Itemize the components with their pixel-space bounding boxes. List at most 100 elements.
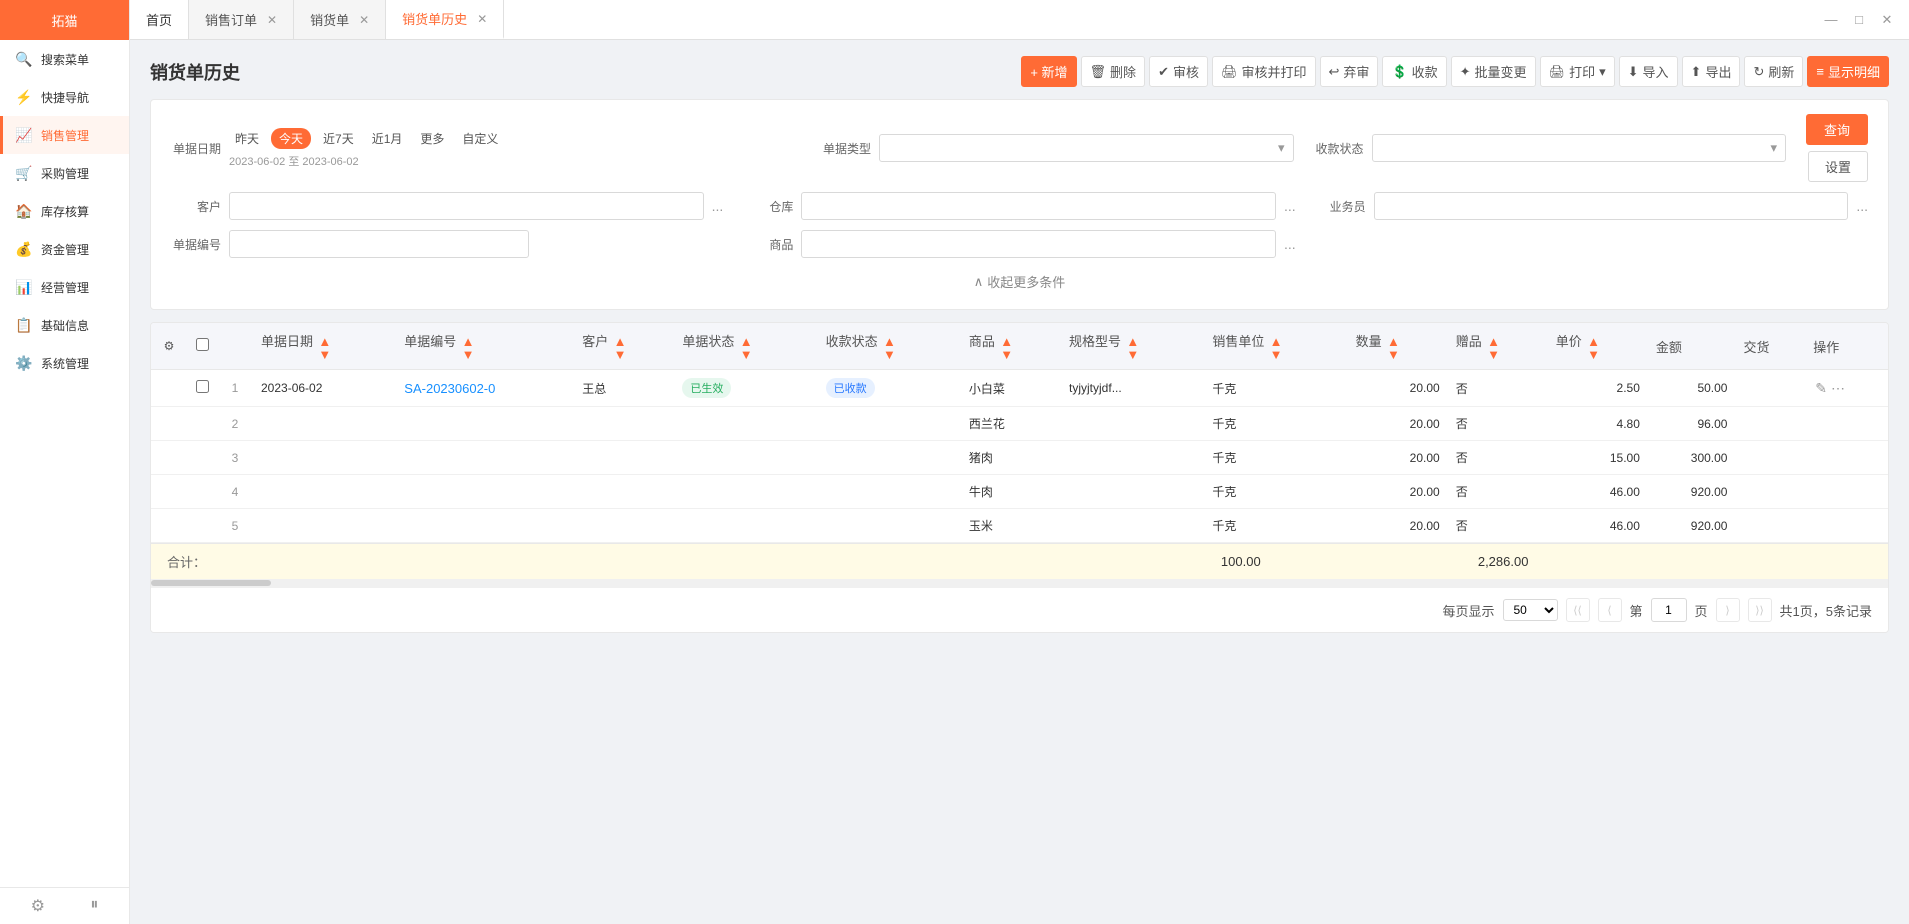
sort-arrows-price: ▲▼ [1587, 335, 1600, 361]
sidebar-item-base-info[interactable]: 📋 基础信息 [0, 306, 129, 344]
add-button[interactable]: + 新增 [1021, 56, 1076, 87]
row-trade [1735, 441, 1805, 475]
shortcut-more[interactable]: 更多 [414, 128, 450, 149]
collect-status-select[interactable]: ▾ [1372, 134, 1787, 162]
collapse-icon: ∧ [974, 274, 984, 290]
filter-doc-no: 单据编号 [171, 230, 723, 258]
row-checkbox[interactable] [196, 380, 209, 393]
goods-input[interactable] [801, 230, 1276, 258]
table-scroll-thumb[interactable] [151, 580, 271, 586]
page-last-btn[interactable]: ⟩⟩ [1748, 598, 1772, 622]
page-input[interactable] [1651, 598, 1687, 622]
warehouse-dots[interactable]: ... [1284, 198, 1296, 214]
show-details-button[interactable]: ≡ 显示明细 [1807, 56, 1889, 87]
row-edit-btn[interactable]: ✎ [1815, 380, 1827, 396]
col-customer[interactable]: 客户 ▲▼ [574, 323, 674, 370]
tab-sales-history[interactable]: 销货单历史 ✕ [386, 0, 504, 39]
col-settings[interactable]: ⚙ [151, 323, 187, 370]
tab-close-sales-order[interactable]: ✕ [267, 13, 277, 27]
window-maximize-btn[interactable]: □ [1845, 6, 1873, 34]
tab-sales-order[interactable]: 销售订单 ✕ [189, 0, 294, 39]
per-page-select[interactable]: 50 100 200 [1503, 599, 1558, 621]
tab-sales-goods[interactable]: 销货单 ✕ [294, 0, 386, 39]
refresh-button[interactable]: ↻ 刷新 [1744, 56, 1803, 87]
shortcut-7days[interactable]: 近7天 [317, 128, 360, 149]
sidebar-item-system-mgmt[interactable]: ⚙️ 系统管理 [0, 344, 129, 382]
tab-home[interactable]: 首页 [130, 0, 189, 39]
row-num: 2 [217, 407, 253, 441]
collapse-btn[interactable]: ∧ 收起更多条件 [974, 268, 1066, 295]
row-unit: 千克 [1204, 407, 1347, 441]
import-button[interactable]: ⬇ 导入 [1619, 56, 1678, 87]
sidebar-item-label: 库存核算 [41, 203, 89, 220]
col-gift[interactable]: 赠品 ▲▼ [1448, 323, 1548, 370]
abandon-icon: ↩ [1329, 64, 1340, 80]
page-first-btn[interactable]: ⟨⟨ [1566, 598, 1590, 622]
query-button[interactable]: 查询 [1806, 114, 1868, 145]
review-button[interactable]: ✔ 审核 [1149, 56, 1208, 87]
customer-input[interactable] [229, 192, 704, 220]
row-doc-no [396, 441, 574, 475]
shortcut-custom[interactable]: 自定义 [456, 128, 504, 149]
row-doc-date [253, 407, 396, 441]
table-scrollbar[interactable] [151, 579, 1888, 587]
review-print-button[interactable]: 🖨 审核并打印 [1212, 56, 1316, 87]
select-all-checkbox[interactable] [196, 338, 209, 351]
sidebar-item-operations[interactable]: 📊 经营管理 [0, 268, 129, 306]
abandon-button[interactable]: ↩ 弃审 [1320, 56, 1379, 87]
col-collect-status[interactable]: 收款状态 ▲▼ [818, 323, 961, 370]
shortcut-yesterday[interactable]: 昨天 [229, 128, 265, 149]
print-button[interactable]: 🖨 打印 ▾ [1540, 56, 1615, 87]
page-next-btn[interactable]: ⟩ [1716, 598, 1740, 622]
business-input[interactable] [1374, 192, 1849, 220]
col-spec[interactable]: 规格型号 ▲▼ [1061, 323, 1204, 370]
collect-icon: 💲 [1391, 64, 1407, 80]
sidebar-item-search-menu[interactable]: 🔍 搜索菜单 [0, 40, 129, 78]
shortcut-1month[interactable]: 近1月 [366, 128, 409, 149]
row-action: ✎⋯ [1805, 370, 1888, 407]
business-dots[interactable]: ... [1856, 198, 1868, 214]
col-price[interactable]: 单价 ▲▼ [1548, 323, 1648, 370]
col-goods[interactable]: 商品 ▲▼ [961, 323, 1061, 370]
sort-arrows-doc-status: ▲▼ [740, 335, 753, 361]
window-close-btn[interactable]: ✕ [1873, 6, 1901, 34]
row-more-btn[interactable]: ⋯ [1831, 380, 1845, 396]
col-doc-status[interactable]: 单据状态 ▲▼ [674, 323, 817, 370]
row-unit: 千克 [1204, 370, 1347, 407]
col-qty[interactable]: 数量 ▲▼ [1348, 323, 1448, 370]
row-amount: 50.00 [1648, 370, 1736, 407]
col-doc-no[interactable]: 单据编号 ▲▼ [396, 323, 574, 370]
sidebar-collapse-btn[interactable]: ⏸ [90, 896, 98, 916]
sidebar-item-sales-mgmt[interactable]: 📈 销售管理 [0, 116, 129, 154]
doc-no-input[interactable] [229, 230, 529, 258]
col-doc-date[interactable]: 单据日期 ▲▼ [253, 323, 396, 370]
doc-type-select[interactable]: ▾ [879, 134, 1294, 162]
tab-close-sales-goods[interactable]: ✕ [359, 13, 369, 27]
page-prev-btn[interactable]: ⟨ [1598, 598, 1622, 622]
set-button[interactable]: 设置 [1808, 151, 1868, 182]
window-minimize-btn[interactable]: — [1817, 6, 1845, 34]
row-gift: 否 [1448, 475, 1548, 509]
search-menu-icon: 🔍 [15, 50, 33, 68]
doc-no-link[interactable]: SA-20230602-0 [404, 381, 495, 396]
sidebar-item-finance[interactable]: 💰 资金管理 [0, 230, 129, 268]
delete-button[interactable]: 🗑 删除 [1081, 56, 1146, 87]
row-collect-status [818, 407, 961, 441]
sidebar-settings-btn[interactable]: ⚙ [31, 896, 45, 916]
sidebar-item-inventory[interactable]: 🏠 库存核算 [0, 192, 129, 230]
col-unit[interactable]: 销售单位 ▲▼ [1204, 323, 1347, 370]
sidebar-item-purchase-mgmt[interactable]: 🛒 采购管理 [0, 154, 129, 192]
export-button[interactable]: ⬆ 导出 [1682, 56, 1741, 87]
customer-dots[interactable]: ... [712, 198, 724, 214]
row-gift: 否 [1448, 370, 1548, 407]
tab-close-sales-history[interactable]: ✕ [477, 12, 487, 26]
warehouse-input[interactable] [801, 192, 1276, 220]
sort-arrows-doc-no: ▲▼ [462, 335, 475, 361]
shortcut-today[interactable]: 今天 [271, 128, 311, 149]
batch-change-button[interactable]: ✦ 批量变更 [1451, 56, 1536, 87]
goods-dots[interactable]: ... [1284, 236, 1296, 252]
date-range-text: 2023-06-02 至 2023-06-02 [229, 153, 801, 169]
sidebar-item-quick-nav[interactable]: ⚡ 快捷导航 [0, 78, 129, 116]
collect-button[interactable]: 💲 收款 [1382, 56, 1446, 87]
row-spec [1061, 441, 1204, 475]
